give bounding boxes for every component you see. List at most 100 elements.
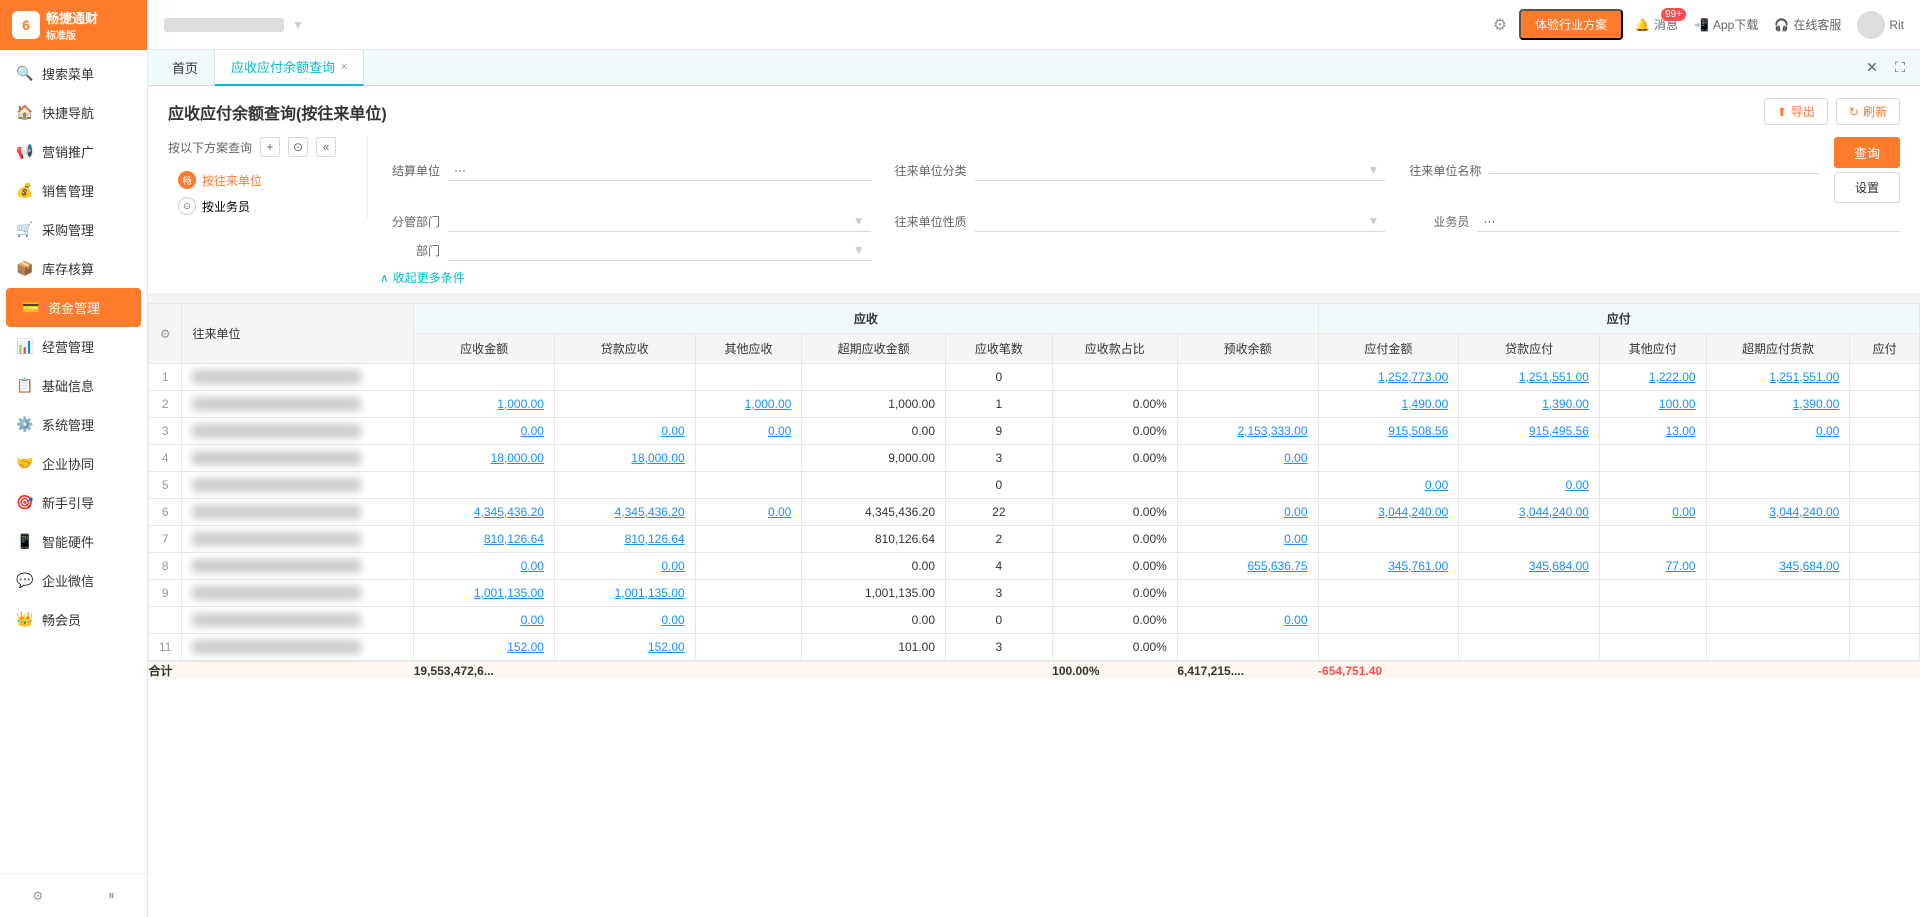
partner-nature-input[interactable]: ▼ [975, 211, 1386, 232]
cell-link[interactable]: 0.00 [661, 559, 684, 573]
cell-link[interactable]: 77.00 [1666, 559, 1696, 573]
cell-link[interactable]: 0.00 [1284, 451, 1307, 465]
tab-home[interactable]: 首页 [156, 50, 215, 86]
cell-link[interactable]: 0.00 [661, 424, 684, 438]
customer-service-btn[interactable]: 🎧 在线客服 [1774, 16, 1841, 33]
sidebar-settings-btn[interactable]: ⚙ [23, 883, 54, 909]
cell-link[interactable]: 0.00 [1284, 532, 1307, 546]
refresh-button[interactable]: ↻ 刷新 [1836, 98, 1900, 125]
cell-link[interactable]: 1,000.00 [745, 397, 792, 411]
footer-recv-ratio: 100.00% [1052, 661, 1177, 679]
cell-link[interactable]: 0.00 [1816, 424, 1839, 438]
cell-link[interactable]: 2,153,333.00 [1237, 424, 1307, 438]
cell-link[interactable]: 345,761.00 [1388, 559, 1448, 573]
cell-link[interactable]: 3,044,240.00 [1519, 505, 1589, 519]
cell-link[interactable]: 345,684.00 [1529, 559, 1589, 573]
cell-link[interactable]: 0.00 [521, 613, 544, 627]
table-settings-icon[interactable]: ⚙ [160, 327, 171, 341]
query-button[interactable]: 查询 [1834, 137, 1900, 168]
notifications-btn[interactable]: 🔔 消息 99+ [1635, 16, 1678, 33]
dept-input[interactable]: ▼ [448, 240, 871, 261]
cell-link[interactable]: 1,001,135.00 [615, 586, 685, 600]
cell-link[interactable]: 4,345,436.20 [474, 505, 544, 519]
topbar-settings-icon[interactable]: ⚙ [1493, 15, 1507, 35]
sidebar-item-operations[interactable]: 📊 经营管理 [0, 327, 147, 366]
cell-link[interactable]: 152.00 [507, 640, 544, 654]
sidebar-item-purchase[interactable]: 🛒 采购管理 [0, 210, 147, 249]
page-content: 应收应付余额查询(按往来单位) ⬆ 导出 ↻ 刷新 [148, 86, 1920, 917]
cell-link[interactable]: 1,252,773.00 [1378, 370, 1448, 384]
sidebar-item-hardware[interactable]: 📱 智能硬件 [0, 522, 147, 561]
cell-link[interactable]: 915,508.56 [1388, 424, 1448, 438]
sidebar-item-sales[interactable]: 💰 销售管理 [0, 171, 147, 210]
cell-link[interactable]: 0.00 [1284, 613, 1307, 627]
tab-receivable[interactable]: 应收应付余额查询 × [215, 50, 364, 86]
cell-link[interactable]: 4,345,436.20 [615, 505, 685, 519]
salesman-input[interactable]: ··· [1477, 211, 1900, 232]
cell-link[interactable]: 1,390.00 [1542, 397, 1589, 411]
filter-option-partner[interactable]: 畅 按往来单位 [168, 167, 355, 193]
filter-add-btn[interactable]: + [260, 137, 280, 157]
cell-link[interactable]: 1,490.00 [1402, 397, 1449, 411]
sidebar-item-basic-info[interactable]: 📋 基础信息 [0, 366, 147, 405]
filter-collapse-btn[interactable]: « [316, 137, 336, 157]
cell-link[interactable]: 0.00 [1284, 505, 1307, 519]
cell-link[interactable]: 915,495.56 [1529, 424, 1589, 438]
cell-link[interactable]: 345,684.00 [1779, 559, 1839, 573]
tab-close-btn[interactable]: × [341, 61, 347, 73]
cell-link[interactable]: 0.00 [1672, 505, 1695, 519]
col-settings-header[interactable]: ⚙ [149, 304, 182, 364]
cell-link[interactable]: 0.00 [521, 559, 544, 573]
cell-link[interactable]: 1,222.00 [1649, 370, 1696, 384]
cell-link[interactable]: 1,390.00 [1793, 397, 1840, 411]
cell-link[interactable]: 13.00 [1666, 424, 1696, 438]
promo-button[interactable]: 体验行业方案 [1519, 9, 1623, 40]
export-button[interactable]: ⬆ 导出 [1764, 98, 1828, 125]
partner-category-input[interactable]: ▼ [975, 160, 1386, 181]
sidebar-item-wechat[interactable]: 💬 企业微信 [0, 561, 147, 600]
cell-link[interactable]: 655,636.75 [1247, 559, 1307, 573]
sidebar-item-enterprise[interactable]: 🤝 企业协同 [0, 444, 147, 483]
cell-link[interactable]: 1,251,551.00 [1769, 370, 1839, 384]
cell-link[interactable]: 3,044,240.00 [1378, 505, 1448, 519]
cell-link[interactable]: 0.00 [521, 424, 544, 438]
cell-link[interactable]: 1,001,135.00 [474, 586, 544, 600]
cell-link[interactable]: 0.00 [768, 505, 791, 519]
collapse-filter-btn[interactable]: ∧ 收起更多条件 [380, 269, 1900, 286]
partner-cell [182, 472, 414, 499]
sidebar-item-quicknav[interactable]: 🏠 快捷导航 [0, 93, 147, 132]
partner-cell [182, 499, 414, 526]
cell-link[interactable]: 1,251,551.00 [1519, 370, 1589, 384]
sidebar-item-member[interactable]: 👑 畅会员 [0, 600, 147, 639]
settlement-unit-input[interactable]: ··· [448, 160, 871, 181]
partner-name-input[interactable] [1489, 167, 1818, 174]
cell-link[interactable]: 3,044,240.00 [1769, 505, 1839, 519]
cell-link[interactable]: 152.00 [648, 640, 685, 654]
cell-link[interactable]: 810,126.64 [484, 532, 544, 546]
settings-button[interactable]: 设置 [1834, 172, 1900, 203]
cell-link[interactable]: 18,000.00 [631, 451, 684, 465]
filter-option-salesman[interactable]: ⊙ 按业务员 [168, 193, 355, 219]
user-name[interactable]: Rit [1857, 11, 1904, 39]
sidebar-item-finance[interactable]: 💳 资金管理 [6, 288, 141, 327]
sidebar-item-marketing[interactable]: 📢 营销推广 [0, 132, 147, 171]
sidebar-item-system[interactable]: ⚙️ 系统管理 [0, 405, 147, 444]
cell-link[interactable]: 18,000.00 [491, 451, 544, 465]
tab-maximize-btn[interactable]: ⛶ [1888, 56, 1912, 80]
cell-link[interactable]: 100.00 [1659, 397, 1696, 411]
sidebar-item-inventory[interactable]: 📦 库存核算 [0, 249, 147, 288]
cell-link[interactable]: 0.00 [1566, 478, 1589, 492]
filter-settings-btn[interactable]: ⊙ [288, 137, 308, 157]
cell-link[interactable]: 810,126.64 [625, 532, 685, 546]
cell-link[interactable]: 1,000.00 [497, 397, 544, 411]
tab-close-window-btn[interactable]: ✕ [1860, 56, 1884, 80]
dept-manage-input[interactable]: ▼ [448, 211, 871, 232]
table-wrapper[interactable]: ⚙ 往来单位 应收 应付 应收金额 贷款应收 其他应收 超期应收金额 应收笔数 [148, 303, 1920, 917]
sidebar-item-guide[interactable]: 🎯 新手引导 [0, 483, 147, 522]
sidebar-collapse-btn[interactable]: ⏸ [98, 882, 124, 909]
cell-link[interactable]: 0.00 [1425, 478, 1448, 492]
cell-link[interactable]: 0.00 [661, 613, 684, 627]
app-download-btn[interactable]: 📲 App下载 [1694, 16, 1758, 33]
cell-link[interactable]: 0.00 [768, 424, 791, 438]
sidebar-item-search[interactable]: 🔍 搜索菜单 [0, 54, 147, 93]
